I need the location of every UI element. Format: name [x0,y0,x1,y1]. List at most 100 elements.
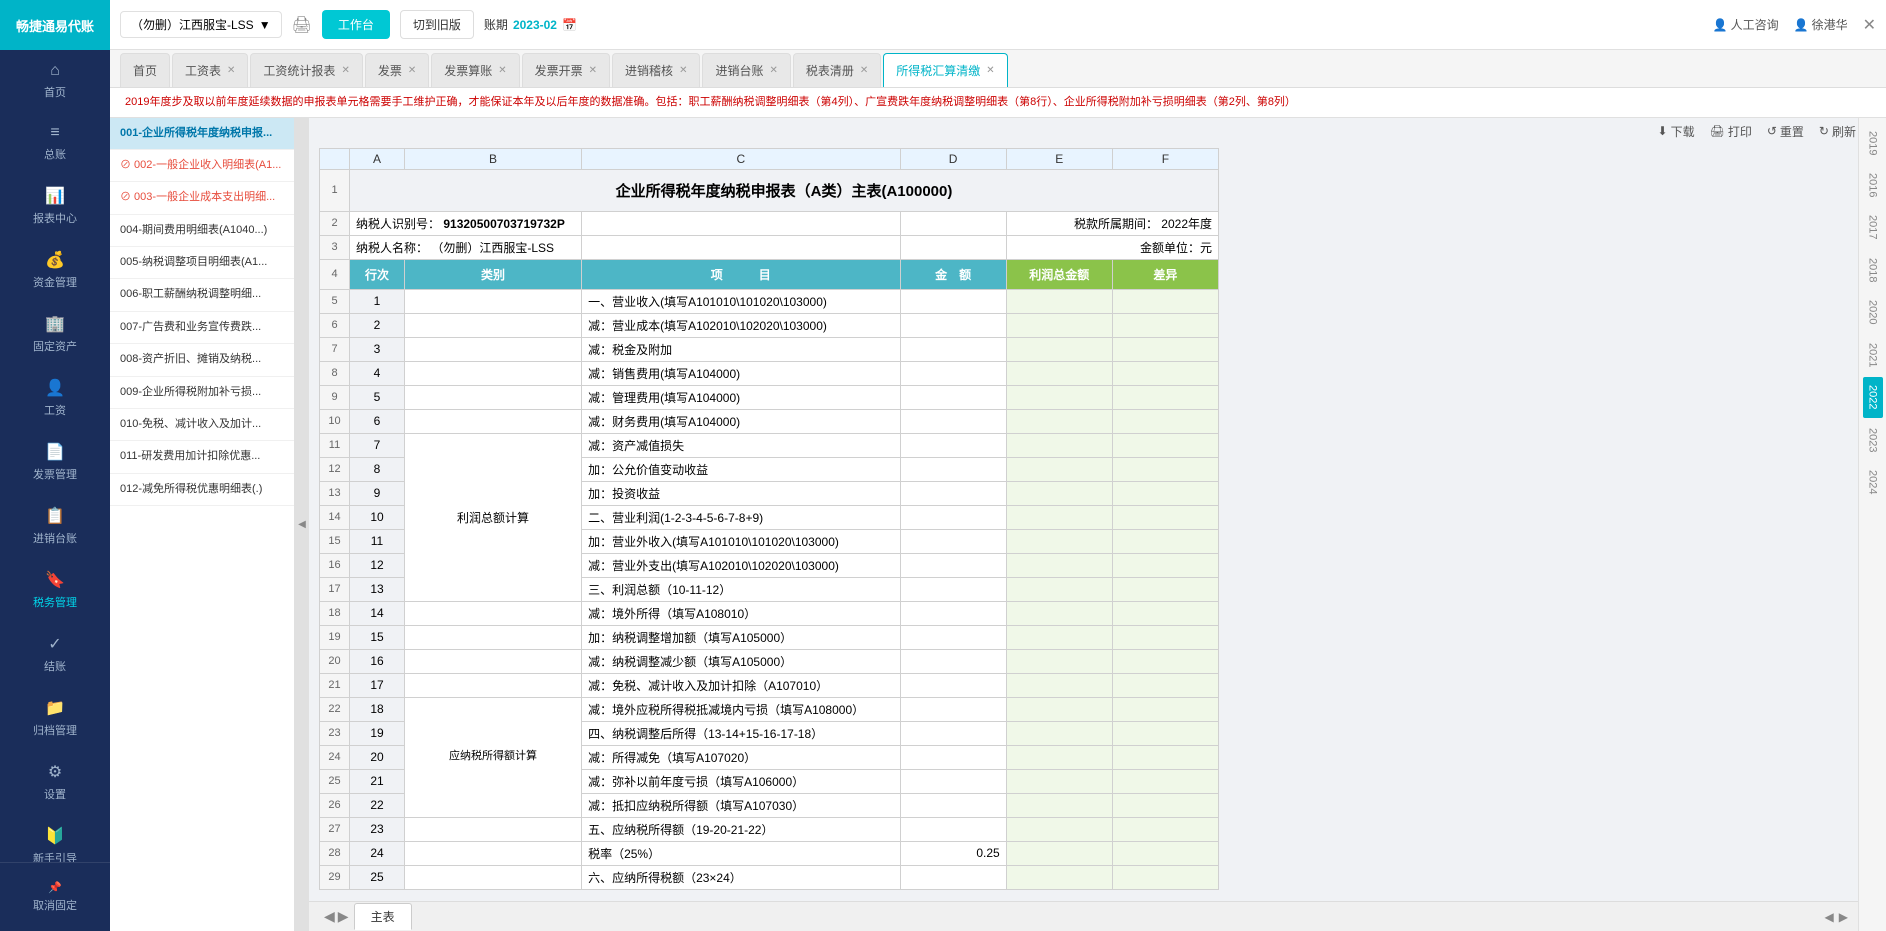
list-item[interactable]: 012-减免所得税优惠明细表(.) [110,474,294,506]
amount-cell[interactable] [900,289,1006,313]
amount-cell[interactable]: 0.25 [900,841,1006,865]
diff-cell[interactable] [1112,433,1218,457]
line-number[interactable]: 10 [350,505,405,529]
diff-cell[interactable] [1112,721,1218,745]
tab-invoice-calc[interactable]: 发票算账 ✕ [431,53,519,87]
diff-cell[interactable] [1112,817,1218,841]
project-cell[interactable]: 减：销售费用(填写A104000) [582,361,900,385]
sidebar-item-report-center[interactable]: 📊 报表中心 [0,174,110,238]
list-item[interactable]: 009-企业所得税附加补亏损... [110,377,294,409]
project-cell[interactable]: 减：财务费用(填写A104000) [582,409,900,433]
line-number[interactable]: 25 [350,865,405,889]
diff-cell[interactable] [1112,481,1218,505]
diff-cell[interactable] [1112,409,1218,433]
prev-sheet-icon[interactable]: ◀ [324,908,335,925]
diff-cell[interactable] [1112,841,1218,865]
profit-cell[interactable] [1006,649,1112,673]
sidebar-item-settings[interactable]: ⚙ 设置 [0,750,110,814]
amount-cell[interactable] [900,337,1006,361]
project-cell[interactable]: 六、应纳所得税额（23×24） [582,865,900,889]
project-cell[interactable]: 减：营业成本(填写A102010\102020\103000) [582,313,900,337]
line-number[interactable]: 20 [350,745,405,769]
line-number[interactable]: 1 [350,289,405,313]
line-number[interactable]: 21 [350,769,405,793]
tab-close-icon[interactable]: ✕ [589,65,597,76]
profit-cell[interactable] [1006,769,1112,793]
category-cell[interactable] [405,601,582,625]
line-number[interactable]: 17 [350,673,405,697]
diff-cell[interactable] [1112,649,1218,673]
line-number[interactable]: 16 [350,649,405,673]
sidebar-item-fixed-assets[interactable]: 🏢 固定资产 [0,302,110,366]
line-number[interactable]: 11 [350,529,405,553]
category-cell[interactable]: 利润总额计算 [405,433,582,601]
amount-cell[interactable] [900,505,1006,529]
sidebar-item-archive-mgmt[interactable]: 📁 归档管理 [0,686,110,750]
category-cell[interactable] [405,385,582,409]
amount-cell[interactable] [900,385,1006,409]
tab-invoice-open[interactable]: 发票开票 ✕ [522,53,610,87]
amount-cell[interactable] [900,553,1006,577]
diff-cell[interactable] [1112,769,1218,793]
diff-cell[interactable] [1112,553,1218,577]
tab-invoice[interactable]: 发票 ✕ [365,53,429,87]
list-item[interactable]: ⊘ 002-一般企业收入明细表(A1... [110,150,294,182]
amount-cell[interactable] [900,769,1006,793]
project-cell[interactable]: 四、纳税调整后所得（13-14+15-16-17-18） [582,721,900,745]
sidebar-item-invoice-mgmt[interactable]: 📄 发票管理 [0,430,110,494]
profit-cell[interactable] [1006,481,1112,505]
sidebar-item-purchase-sales[interactable]: 📋 进销台账 [0,494,110,558]
amount-cell[interactable] [900,361,1006,385]
company-selector[interactable]: （勿删）江西服宝-LSS ▼ [120,11,282,38]
amount-cell[interactable] [900,793,1006,817]
line-number[interactable]: 14 [350,601,405,625]
tab-close-icon[interactable]: ✕ [227,65,235,76]
category-cell[interactable] [405,817,582,841]
tab-purchase-ledger[interactable]: 进销台账 ✕ [702,53,790,87]
amount-cell[interactable] [900,433,1006,457]
profit-cell[interactable] [1006,289,1112,313]
amount-cell[interactable] [900,649,1006,673]
tab-close-icon[interactable]: ✕ [498,65,506,76]
profit-cell[interactable] [1006,361,1112,385]
project-cell[interactable]: 加：纳税调整增加额（填写A105000） [582,625,900,649]
diff-cell[interactable] [1112,793,1218,817]
line-number[interactable]: 9 [350,481,405,505]
diff-cell[interactable] [1112,337,1218,361]
profit-cell[interactable] [1006,529,1112,553]
tab-payroll[interactable]: 工资表 ✕ [172,53,248,87]
tab-payroll-report[interactable]: 工资统计报表 ✕ [250,53,362,87]
profit-cell[interactable] [1006,553,1112,577]
amount-cell[interactable] [900,313,1006,337]
scroll-right-icon[interactable]: ▶ [1839,910,1848,924]
download-button[interactable]: ⬇ 下载 [1658,123,1695,140]
diff-cell[interactable] [1112,625,1218,649]
profit-cell[interactable] [1006,505,1112,529]
amount-cell[interactable] [900,529,1006,553]
category-cell[interactable] [405,841,582,865]
profit-cell[interactable] [1006,721,1112,745]
profit-cell[interactable] [1006,817,1112,841]
refresh-button[interactable]: ↻ 刷新 [1819,123,1856,140]
year-item-2021[interactable]: 2021 [1863,335,1883,375]
diff-cell[interactable] [1112,865,1218,889]
year-item-2017[interactable]: 2017 [1863,207,1883,247]
project-cell[interactable]: 减：抵扣应纳税所得额（填写A107030） [582,793,900,817]
user-profile-button[interactable]: 👤 徐港华 [1794,16,1848,33]
year-item-2018[interactable]: 2018 [1863,250,1883,290]
panel-toggle[interactable]: ◀ [295,118,309,931]
line-number[interactable]: 19 [350,721,405,745]
line-number[interactable]: 5 [350,385,405,409]
project-cell[interactable]: 减：弥补以前年度亏损（填写A106000） [582,769,900,793]
year-item-2016[interactable]: 2016 [1863,165,1883,205]
profit-cell[interactable] [1006,625,1112,649]
line-number[interactable]: 23 [350,817,405,841]
profit-cell[interactable] [1006,841,1112,865]
year-item-2024[interactable]: 2024 [1863,462,1883,502]
sidebar-item-general-ledger[interactable]: ≡ 总账 [0,112,110,174]
profit-cell[interactable] [1006,697,1112,721]
tab-home[interactable]: 首页 [120,53,170,87]
amount-cell[interactable] [900,673,1006,697]
reset-button[interactable]: ↺ 重置 [1767,123,1804,140]
project-cell[interactable]: 加：公允价值变动收益 [582,457,900,481]
